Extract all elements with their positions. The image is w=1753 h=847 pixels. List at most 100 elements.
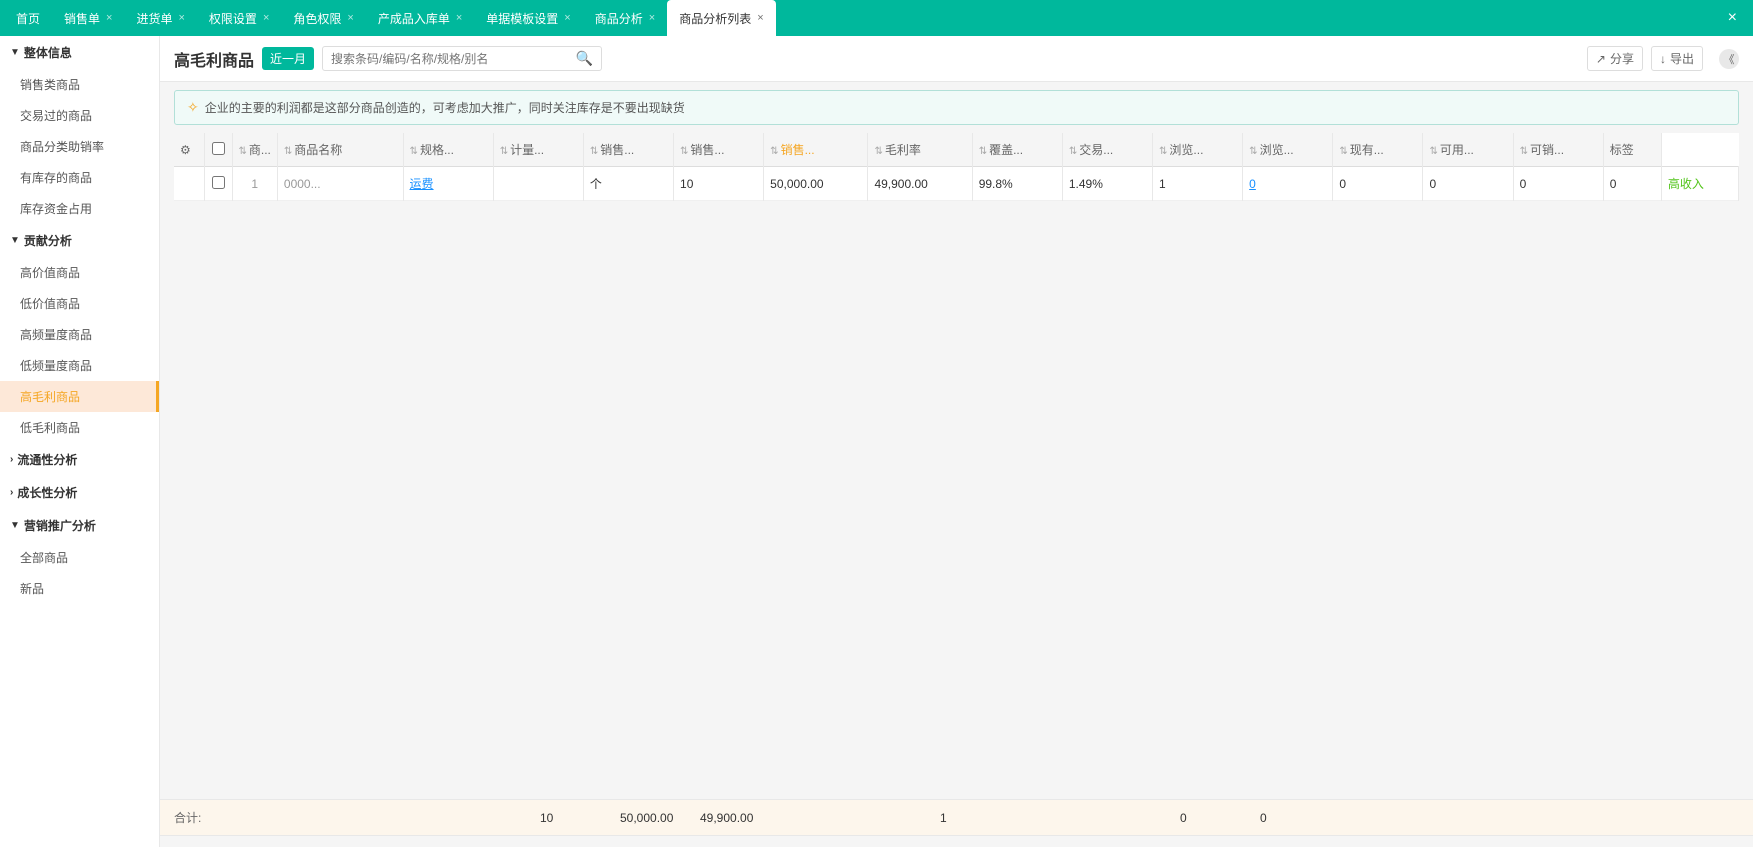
sidebar: ▼ 整体信息 销售类商品 交易过的商品 商品分类助销率 有库存的商品 库存资金占… xyxy=(0,36,160,847)
table-header-row: ⚙ ⇅商... ⇅商品名称 ⇅规格... ⇅计量... ⇅销售... ⇅销售..… xyxy=(174,133,1739,167)
close-permission-settings[interactable]: × xyxy=(263,12,269,24)
footer-browse2 xyxy=(1094,811,1174,825)
sidebar-item-low-margin[interactable]: 低毛利商品 xyxy=(0,412,159,443)
cell-unit: 个 xyxy=(583,167,673,201)
footer-sales-qty: 10 xyxy=(534,811,614,825)
nav-role-permission[interactable]: 角色权限 × xyxy=(281,0,365,36)
content-header: 高毛利商品 近一月 🔍 ↗ 分享 ↓ 导出 《 xyxy=(160,36,1753,82)
sidebar-section-flow[interactable]: › 流通性分析 xyxy=(0,443,159,476)
sidebar-item-low-value[interactable]: 低价值商品 xyxy=(0,288,159,319)
sidebar-item-stocked-goods[interactable]: 有库存的商品 xyxy=(0,162,159,193)
sidebar-item-all-goods[interactable]: 全部商品 xyxy=(0,542,159,573)
col-margin-rate[interactable]: ⇅毛利率 xyxy=(868,133,972,167)
col-checkbox[interactable] xyxy=(204,133,232,167)
cell-trade-count: 1 xyxy=(1153,167,1243,201)
export-button[interactable]: ↓ 导出 xyxy=(1651,46,1703,71)
close-window-button[interactable]: × xyxy=(1716,9,1749,27)
arrow-finance: ▼ xyxy=(10,235,20,246)
nav-product-analysis-list[interactable]: 商品分析列表 × xyxy=(667,0,775,36)
close-sales-order[interactable]: × xyxy=(106,12,112,24)
cell-current-stock: 0 xyxy=(1423,167,1513,201)
footer-cells: 10 50,000.00 49,900.00 1 0 0 xyxy=(234,811,1739,825)
close-product-analysis-list[interactable]: × xyxy=(757,12,763,24)
cell-saleable: 0 xyxy=(1603,167,1661,201)
col-spec[interactable]: ⇅规格... xyxy=(403,133,493,167)
col-code[interactable]: ⇅商... xyxy=(232,133,277,167)
row-checkbox-0[interactable] xyxy=(212,176,225,189)
sidebar-item-high-margin[interactable]: 高毛利商品 xyxy=(0,381,159,412)
cell-spec xyxy=(493,167,583,201)
sidebar-item-stock-capital[interactable]: 库存资金占用 xyxy=(0,193,159,224)
search-box[interactable]: 🔍 xyxy=(322,46,602,71)
top-navigation: 首页 销售单 × 进货单 × 权限设置 × 角色权限 × 产成品入库单 × 单据… xyxy=(0,0,1753,36)
col-browse1[interactable]: ⇅浏览... xyxy=(1153,133,1243,167)
col-sales-qty[interactable]: ⇅销售... xyxy=(583,133,673,167)
export-icon: ↓ xyxy=(1660,52,1666,66)
cell-sales-qty: 10 xyxy=(674,167,764,201)
sidebar-item-traded-goods[interactable]: 交易过的商品 xyxy=(0,100,159,131)
col-sales-amt[interactable]: ⇅销售... xyxy=(674,133,764,167)
sidebar-item-low-freq[interactable]: 低频量度商品 xyxy=(0,350,159,381)
cell-name[interactable]: 运费 xyxy=(403,167,493,201)
page-title: 高毛利商品 xyxy=(174,47,254,71)
close-product-entry[interactable]: × xyxy=(456,12,462,24)
nav-home[interactable]: 首页 xyxy=(4,0,52,36)
nav-product-analysis[interactable]: 商品分析 × xyxy=(583,0,667,36)
search-input[interactable] xyxy=(331,52,576,66)
sidebar-item-goods-assist[interactable]: 商品分类助销率 xyxy=(0,131,159,162)
collapse-sidebar-button[interactable]: 《 xyxy=(1719,49,1739,69)
cell-margin-rate: 99.8% xyxy=(972,167,1062,201)
footer-spacer4 xyxy=(1334,811,1414,825)
nav-purchase-order[interactable]: 进货单 × xyxy=(124,0,196,36)
sidebar-section-overall[interactable]: ▼ 整体信息 xyxy=(0,36,159,69)
arrow-flow: › xyxy=(10,454,13,465)
footer-spacer1 xyxy=(234,811,534,825)
sidebar-item-sales-goods[interactable]: 销售类商品 xyxy=(0,69,159,100)
col-trade-count[interactable]: ⇅交易... xyxy=(1062,133,1152,167)
time-filter-button[interactable]: 近一月 xyxy=(262,47,314,70)
share-button[interactable]: ↗ 分享 xyxy=(1587,46,1643,71)
main-container: ▼ 整体信息 销售类商品 交易过的商品 商品分类助销率 有库存的商品 库存资金占… xyxy=(0,36,1753,847)
footer-spacer3 xyxy=(854,811,934,825)
search-icon[interactable]: 🔍 xyxy=(576,50,593,67)
close-template-settings[interactable]: × xyxy=(564,12,570,24)
sidebar-section-marketing[interactable]: ▼ 营销推广分析 xyxy=(0,509,159,542)
content-area: 高毛利商品 近一月 🔍 ↗ 分享 ↓ 导出 《 ✧ 企业的主要的利润都是这部 xyxy=(160,36,1753,847)
cell-browse1[interactable]: 0 xyxy=(1243,167,1333,201)
close-role-permission[interactable]: × xyxy=(347,12,353,24)
sidebar-section-growth[interactable]: › 成长性分析 xyxy=(0,476,159,509)
close-product-analysis[interactable]: × xyxy=(649,12,655,24)
horizontal-scrollbar[interactable] xyxy=(160,835,1753,847)
sidebar-item-high-freq[interactable]: 高频量度商品 xyxy=(0,319,159,350)
col-saleable[interactable]: ⇅可销... xyxy=(1513,133,1603,167)
data-table: ⚙ ⇅商... ⇅商品名称 ⇅规格... ⇅计量... ⇅销售... ⇅销售..… xyxy=(174,133,1739,201)
nav-permission-settings[interactable]: 权限设置 × xyxy=(197,0,281,36)
cell-code: 0000... xyxy=(277,167,403,201)
sidebar-item-new-goods[interactable]: 新品 xyxy=(0,573,159,604)
col-tag[interactable]: 标签 xyxy=(1603,133,1661,167)
cell-checkbox[interactable] xyxy=(204,167,232,201)
col-unit[interactable]: ⇅计量... xyxy=(493,133,583,167)
col-current-stock[interactable]: ⇅现有... xyxy=(1333,133,1423,167)
cell-sales-amt: 50,000.00 xyxy=(764,167,868,201)
col-settings[interactable]: ⚙ xyxy=(174,133,204,167)
col-name[interactable]: ⇅商品名称 xyxy=(277,133,403,167)
col-browse2[interactable]: ⇅浏览... xyxy=(1243,133,1333,167)
footer-sales-profit: 49,900.00 xyxy=(694,811,774,825)
arrow-marketing: ▼ xyxy=(10,520,20,531)
footer-sales-amt: 50,000.00 xyxy=(614,811,694,825)
sidebar-section-finance[interactable]: ▼ 贡献分析 xyxy=(0,224,159,257)
nav-template-settings[interactable]: 单据模板设置 × xyxy=(474,0,582,36)
arrow-overall: ▼ xyxy=(10,47,20,58)
close-purchase-order[interactable]: × xyxy=(178,12,184,24)
cell-sales-profit: 49,900.00 xyxy=(868,167,972,201)
cell-num: 1 xyxy=(232,167,277,201)
nav-product-entry[interactable]: 产成品入库单 × xyxy=(366,0,474,36)
col-sales-profit[interactable]: ⇅销售... xyxy=(764,133,868,167)
select-all-checkbox[interactable] xyxy=(212,142,225,155)
footer-browse1 xyxy=(1014,811,1094,825)
col-available[interactable]: ⇅可用... xyxy=(1423,133,1513,167)
nav-sales-order[interactable]: 销售单 × xyxy=(52,0,124,36)
col-coverage[interactable]: ⇅覆盖... xyxy=(972,133,1062,167)
sidebar-item-high-value[interactable]: 高价值商品 xyxy=(0,257,159,288)
